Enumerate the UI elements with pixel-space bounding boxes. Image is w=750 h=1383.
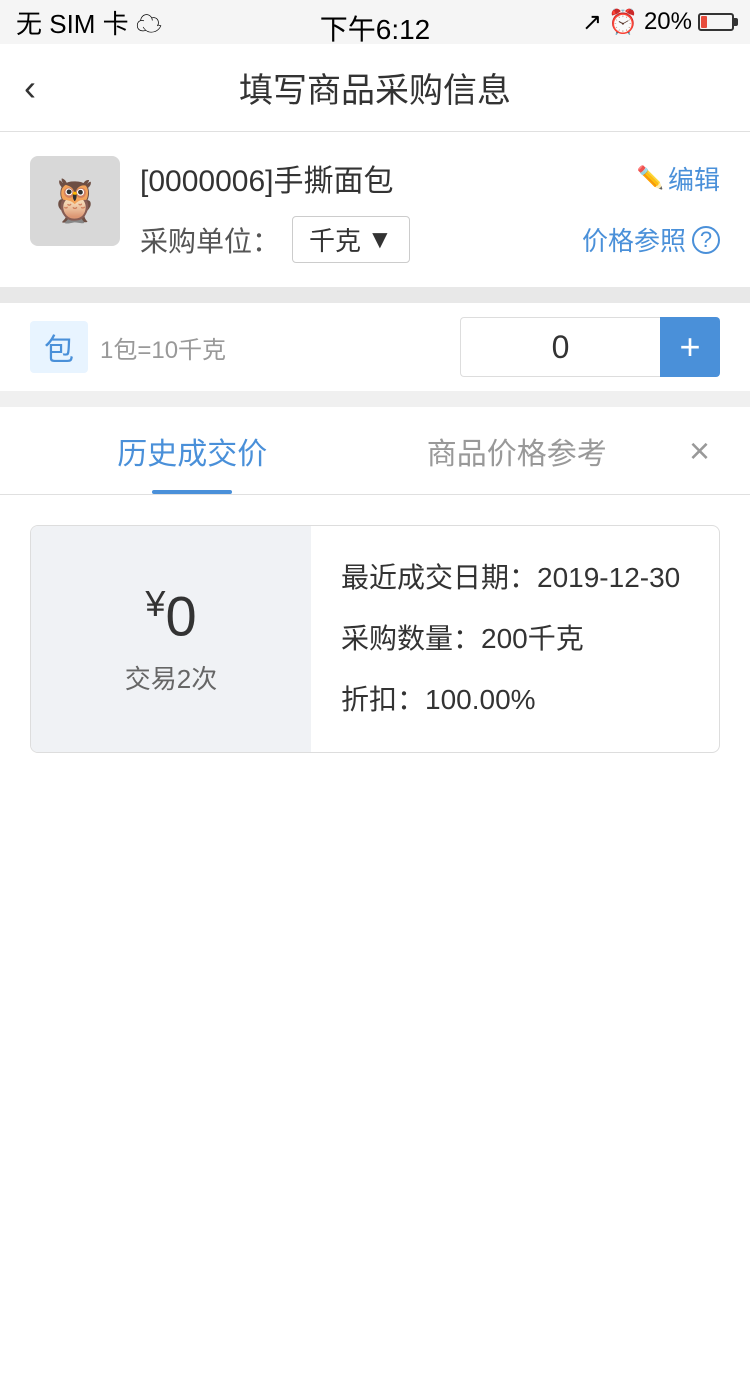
purchase-qty-value: 200千克 bbox=[481, 623, 584, 654]
purchase-unit-label: 采购单位： bbox=[140, 220, 280, 260]
unit-value: 千克 bbox=[309, 221, 361, 258]
history-card-left: ¥0 交易2次 bbox=[31, 526, 311, 752]
history-price-value: ¥0 bbox=[145, 583, 196, 649]
purchase-unit-row: 采购单位： 千克 ▼ 价格参照 ? bbox=[140, 216, 720, 263]
history-trade-count: 交易2次 bbox=[125, 659, 217, 696]
section-divider bbox=[0, 287, 750, 303]
quantity-unit-info: 包 1包=10千克 bbox=[30, 321, 460, 373]
bottom-space bbox=[0, 783, 750, 1383]
product-details: [0000006]手撕面包 ✏️ 编辑 采购单位： 千克 ▼ 价格参照 bbox=[140, 156, 720, 263]
quantity-input-area: + bbox=[460, 317, 720, 377]
purchase-qty-row: 采购数量：200千克 bbox=[341, 617, 689, 662]
tab-history-price-label: 历史成交价 bbox=[117, 429, 267, 473]
edit-label: 编辑 bbox=[668, 160, 720, 197]
recent-date-label: 最近成交日期： bbox=[341, 562, 537, 593]
tab-product-price-ref[interactable]: 商品价格参考 bbox=[354, 407, 678, 494]
page-title: 填写商品采购信息 bbox=[239, 63, 511, 112]
tab-product-price-ref-label: 商品价格参考 bbox=[427, 429, 607, 473]
unit-dropdown[interactable]: 千克 ▼ bbox=[292, 216, 410, 263]
back-button[interactable]: ‹ bbox=[24, 67, 36, 109]
battery-percent: 20% bbox=[644, 8, 692, 36]
currency-symbol: ¥ bbox=[145, 583, 165, 624]
tab-header: 历史成交价 商品价格参考 × bbox=[0, 407, 750, 495]
sim-text: 无 SIM 卡 ☁ bbox=[16, 4, 162, 41]
status-left: 无 SIM 卡 ☁ bbox=[16, 4, 162, 41]
price-ref-label: 价格参照 bbox=[582, 221, 686, 258]
product-thumbnail: 🦉 bbox=[30, 156, 120, 246]
quantity-input[interactable] bbox=[460, 317, 660, 377]
quantity-unit-label: 包 bbox=[30, 321, 88, 373]
product-logo-icon: 🦉 bbox=[49, 177, 101, 226]
discount-row: 折扣：100.00% bbox=[341, 678, 689, 723]
battery-fill bbox=[701, 16, 707, 28]
dropdown-arrow-icon: ▼ bbox=[367, 224, 393, 255]
purchase-unit-left: 采购单位： 千克 ▼ bbox=[140, 216, 410, 263]
nav-bar: ‹ 填写商品采购信息 bbox=[0, 44, 750, 132]
tab-history-price[interactable]: 历史成交价 bbox=[30, 407, 354, 494]
recent-date-value: 2019-12-30 bbox=[537, 562, 680, 593]
product-title: 手撕面包 bbox=[273, 165, 393, 198]
recent-date-row: 最近成交日期：2019-12-30 bbox=[341, 556, 689, 601]
tab-content: ¥0 交易2次 最近成交日期：2019-12-30 采购数量：200千克 折扣：… bbox=[0, 495, 750, 783]
battery-icon bbox=[698, 13, 734, 31]
product-name: [0000006]手撕面包 bbox=[140, 156, 393, 200]
status-bar: 无 SIM 卡 ☁ 下午6:12 ↗ ⏰ 20% bbox=[0, 0, 750, 44]
tab-close-button[interactable]: × bbox=[679, 430, 720, 472]
alarm-icon: ⏰ bbox=[608, 8, 638, 37]
product-section: 🦉 [0000006]手撕面包 ✏️ 编辑 采购单位： 千克 ▼ bbox=[0, 132, 750, 287]
discount-label: 折扣： bbox=[341, 684, 425, 715]
product-id: [0000006] bbox=[140, 165, 273, 198]
help-icon: ? bbox=[692, 226, 720, 254]
tab-section: 历史成交价 商品价格参考 × ¥0 交易2次 最近成交日期：2019-12-30… bbox=[0, 407, 750, 783]
edit-button[interactable]: ✏️ 编辑 bbox=[637, 160, 720, 197]
product-name-row: [0000006]手撕面包 ✏️ 编辑 bbox=[140, 156, 720, 200]
status-time: 下午6:12 bbox=[320, 8, 431, 48]
history-price-card: ¥0 交易2次 最近成交日期：2019-12-30 采购数量：200千克 折扣：… bbox=[30, 525, 720, 753]
status-right: ↗ ⏰ 20% bbox=[582, 8, 734, 37]
price-number: 0 bbox=[165, 585, 196, 648]
edit-icon: ✏️ bbox=[637, 165, 664, 191]
purchase-qty-label: 采购数量： bbox=[341, 623, 481, 654]
product-row: 🦉 [0000006]手撕面包 ✏️ 编辑 采购单位： 千克 ▼ bbox=[30, 156, 720, 263]
location-icon: ↗ bbox=[582, 8, 602, 37]
quantity-convert-info: 1包=10千克 bbox=[100, 330, 226, 365]
history-card-right: 最近成交日期：2019-12-30 采购数量：200千克 折扣：100.00% bbox=[311, 526, 719, 752]
product-image: 🦉 bbox=[45, 171, 105, 231]
quantity-section: 包 1包=10千克 + bbox=[0, 303, 750, 391]
quantity-plus-button[interactable]: + bbox=[660, 317, 720, 377]
discount-value: 100.00% bbox=[425, 684, 536, 715]
price-ref-button[interactable]: 价格参照 ? bbox=[582, 221, 720, 258]
